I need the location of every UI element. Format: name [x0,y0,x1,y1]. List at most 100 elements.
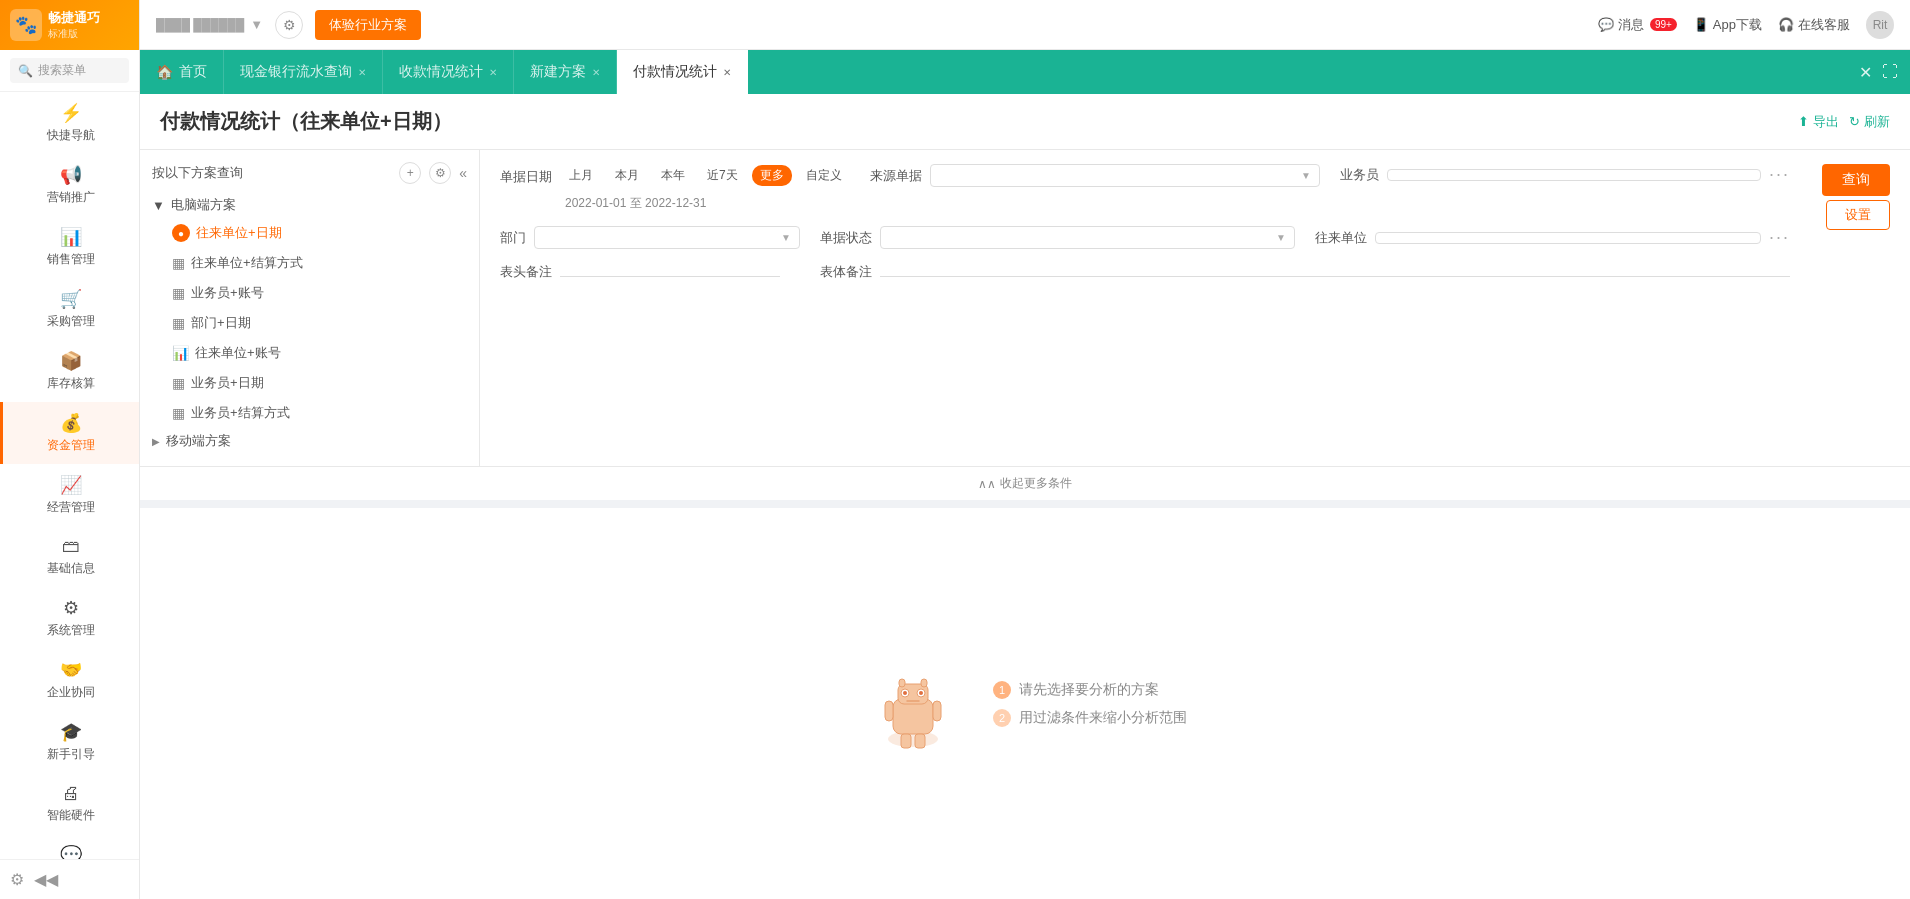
scheme-item-staff-date[interactable]: ▦ 业务员+日期 [140,368,479,398]
date-range-display: 2022-01-01 至 2022-12-31 [565,196,706,210]
mobile-group-label: 移动端方案 [166,432,231,450]
sidebar-nav: ⚡ 快捷导航 📢 营销推广 📊 销售管理 🛒 采购管理 📦 库存核算 💰 资金管… [0,92,139,859]
form-settings-button[interactable]: 设置 [1826,200,1890,230]
tab-bank-close[interactable]: ✕ [358,67,366,78]
query-button[interactable]: 查询 [1822,164,1890,196]
tab-income-close[interactable]: ✕ [489,67,497,78]
sidebar-item-marketing[interactable]: 📢 营销推广 [0,154,139,216]
sidebar-item-label: 系统管理 [47,622,95,639]
more-date-btn[interactable]: 更多 [752,165,792,186]
staff-select[interactable] [1387,169,1761,181]
guide-icon: 🎓 [60,721,82,743]
message-button[interactable]: 💬 消息 99+ [1598,16,1677,34]
mobile-group-title[interactable]: ▶ 移动端方案 [140,428,479,454]
trial-industry-button[interactable]: 体验行业方案 [315,10,421,40]
body-note-input[interactable] [880,268,1790,277]
sidebar-item-inventory[interactable]: 📦 库存核算 [0,340,139,402]
sidebar: 🐾 畅捷通巧 标准版 🔍 搜索菜单 ⚡ 快捷导航 📢 营销推广 📊 销售管理 🛒… [0,0,140,899]
scheme-settings-button[interactable]: ⚙ [429,162,451,184]
sidebar-item-label: 销售管理 [47,251,95,268]
funds-icon: 💰 [60,412,82,434]
scheme-item-label: 业务员+结算方式 [191,404,290,422]
tab-payment[interactable]: 付款情况统计 ✕ [617,50,748,94]
scheme-panel-label: 按以下方案查询 [152,164,391,182]
tab-new-scheme[interactable]: 新建方案 ✕ [514,50,617,94]
message-label: 消息 [1618,16,1644,34]
collapse-bar[interactable]: ∧∧ 收起更多条件 [140,466,1910,500]
marketing-icon: 📢 [60,164,82,186]
sidebar-item-quick-nav[interactable]: ⚡ 快捷导航 [0,92,139,154]
partner-more-dots[interactable]: ··· [1769,227,1790,248]
scheme-panel: 按以下方案查询 + ⚙ « ▼ 电脑端方案 ● 往来 [140,150,480,466]
scheme-item-staff-settle[interactable]: ▦ 业务员+结算方式 [140,398,479,428]
staff-more-dots[interactable]: ··· [1769,164,1790,185]
sidebar-item-hardware[interactable]: 🖨 智能硬件 [0,773,139,834]
sidebar-settings-btn[interactable]: ⚙ [10,870,24,889]
scheme-collapse-button[interactable]: « [459,165,467,181]
doc-status-select[interactable]: ▼ [880,226,1295,249]
refresh-button[interactable]: ↻ 刷新 [1849,113,1890,145]
sidebar-item-guide[interactable]: 🎓 新手引导 [0,711,139,773]
tab-bank[interactable]: 现金银行流水查询 ✕ [224,50,383,94]
user-avatar[interactable]: Rit [1866,11,1894,39]
scheme-item-unit-date[interactable]: ● 往来单位+日期 [140,218,479,248]
this-year-btn[interactable]: 本年 [653,164,693,187]
topbar-settings-button[interactable]: ⚙ [275,11,303,39]
dept-select[interactable]: ▼ [534,226,800,249]
scheme-item-staff-account[interactable]: ▦ 业务员+账号 [140,278,479,308]
topbar: ████ ██████ ▼ ⚙ 体验行业方案 💬 消息 99+ 📱 App下载 … [140,0,1910,50]
header-note-input[interactable] [560,268,780,277]
pc-group-title[interactable]: ▼ 电脑端方案 [140,192,479,218]
scheme-item-label: 往来单位+日期 [196,224,282,242]
sidebar-item-purchase[interactable]: 🛒 采购管理 [0,278,139,340]
export-button[interactable]: ⬆ 导出 [1798,113,1839,145]
empty-tips: 1 请先选择要分析的方案 2 用过滤条件来缩小分析范围 [993,681,1187,727]
sidebar-footer: ⚙ ◀◀ [0,859,139,899]
chart-icon: 📊 [172,345,189,361]
doc-status-label: 单据状态 [820,229,872,247]
chevron-down-icon: ▼ [152,198,165,213]
custom-date-btn[interactable]: 自定义 [798,164,850,187]
online-service-button[interactable]: 🎧 在线客服 [1778,16,1850,34]
scheme-add-button[interactable]: + [399,162,421,184]
sidebar-item-label: 新手引导 [47,746,95,763]
this-month-btn[interactable]: 本月 [607,164,647,187]
sidebar-item-operation[interactable]: 📈 经营管理 [0,464,139,526]
staff-label: 业务员 [1340,166,1379,184]
app-download-button[interactable]: 📱 App下载 [1693,16,1762,34]
sidebar-item-label: 快捷导航 [47,127,95,144]
tabbar: 🏠 首页 现金银行流水查询 ✕ 收款情况统计 ✕ 新建方案 ✕ 付款情况统计 ✕… [140,50,1910,94]
empty-robot-illustration [863,654,963,754]
sidebar-item-basic[interactable]: 🗃 基础信息 [0,526,139,587]
source-doc-select[interactable]: ▼ [930,164,1320,187]
sidebar-item-system[interactable]: ⚙ 系统管理 [0,587,139,649]
sidebar-item-sales[interactable]: 📊 销售管理 [0,216,139,278]
filter-right-area: 单据日期 上月 本月 本年 近7天 更多 自定义 2022-01-0 [480,150,1910,466]
last-7-days-btn[interactable]: 近7天 [699,164,746,187]
content-area: 付款情况统计（往来单位+日期） ⬆ 导出 ↻ 刷新 按以下方案查询 + [140,94,1910,899]
partner-select[interactable] [1375,232,1761,244]
sidebar-item-label: 采购管理 [47,313,95,330]
tab-income[interactable]: 收款情况统计 ✕ [383,50,514,94]
scheme-icon: ▦ [172,315,185,331]
close-all-tabs-button[interactable]: ✕ [1859,63,1872,82]
scheme-item-dept-date[interactable]: ▦ 部门+日期 [140,308,479,338]
tab-payment-label: 付款情况统计 [633,63,717,81]
hardware-icon: 🖨 [62,783,80,804]
expand-tabs-button[interactable]: ⛶ [1882,63,1898,81]
last-month-btn[interactable]: 上月 [561,164,601,187]
tab-home[interactable]: 🏠 首页 [140,50,224,94]
sidebar-item-wechat[interactable]: 💬 企业微信 [0,834,139,859]
tab-new-scheme-close[interactable]: ✕ [592,67,600,78]
sidebar-item-funds[interactable]: 💰 资金管理 [0,402,139,464]
sidebar-item-enterprise[interactable]: 🤝 企业协同 [0,649,139,711]
scheme-item-unit-account[interactable]: 📊 往来单位+账号 [140,338,479,368]
search-menu-button[interactable]: 🔍 搜索菜单 [10,58,129,83]
scheme-item-unit-settle[interactable]: ▦ 往来单位+结算方式 [140,248,479,278]
sidebar-item-label: 企业协同 [47,684,95,701]
mobile-icon: 📱 [1693,17,1709,32]
sidebar-search-container: 🔍 搜索菜单 [0,50,139,92]
tab-payment-close[interactable]: ✕ [723,67,731,78]
topbar-brand: ████ ██████ ▼ [156,17,263,32]
sidebar-collapse-btn[interactable]: ◀◀ [34,870,58,889]
